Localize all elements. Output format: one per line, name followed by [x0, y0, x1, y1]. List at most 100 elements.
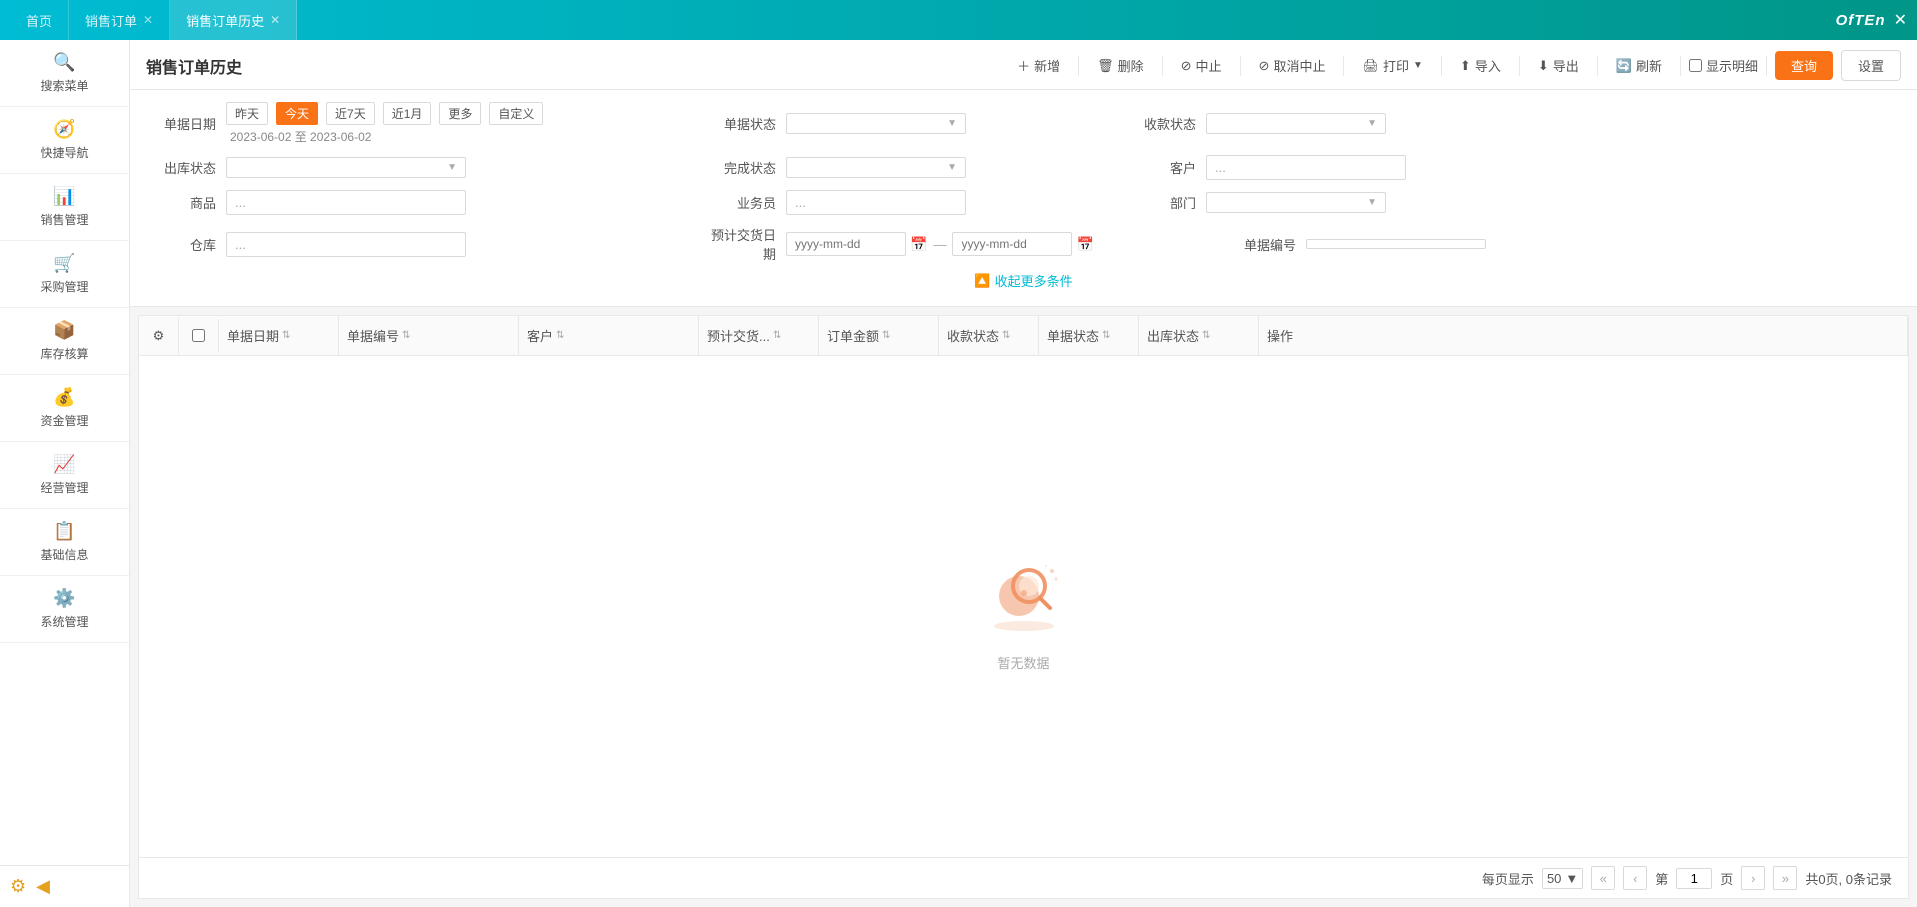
delete-label: 删除 — [1118, 56, 1144, 75]
divider-3 — [1240, 56, 1241, 76]
th-date[interactable]: 单据日期 ⇅ — [219, 316, 339, 355]
filter-group-complete: 完成状态 ▼ — [706, 157, 1126, 178]
collapse-label: 收起更多条件 — [995, 271, 1073, 290]
page-header: 销售订单历史 ＋ 新增 🗑 删除 ⊘ 中止 ⊘ — [130, 40, 1917, 90]
doc-number-input[interactable] — [1306, 239, 1486, 249]
tab-sales-order-history[interactable]: 销售订单历史 ✕ — [170, 0, 297, 40]
expected-date-end[interactable] — [952, 232, 1072, 256]
sidebar-item-search[interactable]: 🔍 搜索菜单 — [0, 40, 129, 107]
sidebar-item-quicknav[interactable]: 🧭 快捷导航 — [0, 107, 129, 174]
stop-button[interactable]: ⊘ 中止 — [1171, 52, 1232, 79]
tab-sales-order[interactable]: 销售订单 ✕ — [69, 0, 170, 40]
warehouse-label: 仓库 — [146, 235, 226, 254]
outbound-status-select[interactable]: ▼ — [226, 157, 466, 178]
new-icon: ＋ — [1017, 56, 1030, 75]
customer-input[interactable]: ... — [1206, 155, 1406, 180]
filter-group-dept: 部门 ▼ — [1126, 192, 1546, 213]
sidebar-collapse-icon[interactable]: ◀ — [36, 876, 50, 897]
sidebar-item-purchase-label: 采购管理 — [40, 278, 88, 295]
top-bar-right: OfTEn ✕ — [1836, 10, 1907, 30]
complete-status-label: 完成状态 — [706, 158, 786, 177]
filter-area: 单据日期 昨天 今天 近7天 近1月 更多 自定义 2023-06-02 至 2… — [130, 90, 1917, 307]
date-separator: — — [933, 237, 946, 252]
salesperson-input[interactable]: ... — [786, 190, 966, 215]
th-outbound[interactable]: 出库状态 ⇅ — [1139, 316, 1259, 355]
calendar-end-icon[interactable]: 📅 — [1076, 236, 1093, 253]
sidebar-item-system[interactable]: ⚙️ 系统管理 — [0, 576, 129, 643]
table-area: ⚙ 单据日期 ⇅ 单据编号 ⇅ 客户 ⇅ 预计交货... — [138, 315, 1909, 858]
export-button[interactable]: ⬇ 导出 — [1528, 52, 1589, 79]
filter-row-3: 商品 ... 业务员 ... 部门 ▼ — [146, 190, 1901, 215]
first-page-btn[interactable]: « — [1591, 866, 1615, 890]
delete-button[interactable]: 🗑 删除 — [1087, 52, 1154, 79]
date-1month-btn[interactable]: 近1月 — [383, 102, 432, 125]
goods-input[interactable]: ... — [226, 190, 466, 215]
payment-status-select[interactable]: ▼ — [1206, 113, 1386, 134]
sidebar-item-quicknav-label: 快捷导航 — [40, 144, 88, 161]
sidebar-settings-icon[interactable]: ⚙ — [10, 876, 26, 897]
th-payment-status[interactable]: 收款状态 ⇅ — [939, 316, 1039, 355]
divider-2 — [1162, 56, 1163, 76]
topbar-close-icon[interactable]: ✕ — [1894, 10, 1907, 30]
th-customer[interactable]: 客户 ⇅ — [519, 316, 699, 355]
expected-date-start[interactable] — [786, 232, 906, 256]
doc-status-label: 单据状态 — [706, 114, 786, 133]
refresh-button[interactable]: 🔄 刷新 — [1606, 52, 1672, 79]
date-yesterday-btn[interactable]: 昨天 — [226, 102, 268, 125]
th-delivery[interactable]: 预计交货... ⇅ — [699, 316, 819, 355]
pagination-bar: 每页显示 50 ▼ « ‹ 第 页 › » 共0页, 0条记录 — [138, 858, 1909, 899]
date-7days-btn[interactable]: 近7天 — [326, 102, 375, 125]
divider-6 — [1519, 56, 1520, 76]
sidebar-item-operations[interactable]: 📈 经营管理 — [0, 442, 129, 509]
sidebar-item-finance[interactable]: 💰 资金管理 — [0, 375, 129, 442]
th-doc-status[interactable]: 单据状态 ⇅ — [1039, 316, 1139, 355]
prev-page-btn[interactable]: ‹ — [1623, 866, 1647, 890]
complete-status-select[interactable]: ▼ — [786, 157, 966, 178]
th-checkbox[interactable] — [179, 319, 219, 352]
date-today-btn[interactable]: 今天 — [276, 102, 318, 125]
sidebar-item-system-label: 系统管理 — [40, 613, 88, 630]
basic-icon: 📋 — [53, 521, 75, 542]
next-page-icon: › — [1751, 871, 1755, 886]
last-page-btn[interactable]: » — [1773, 866, 1797, 890]
sidebar-item-sales[interactable]: 📊 销售管理 — [0, 174, 129, 241]
calendar-start-icon[interactable]: 📅 — [910, 236, 927, 253]
th-customer-sort: ⇅ — [556, 330, 564, 341]
th-number[interactable]: 单据编号 ⇅ — [339, 316, 519, 355]
print-arrow: ▼ — [1413, 60, 1423, 71]
settings-button[interactable]: 设置 — [1841, 50, 1901, 81]
new-button[interactable]: ＋ 新增 — [1007, 52, 1070, 79]
print-button[interactable]: 🖨 打印 ▼ — [1352, 52, 1432, 79]
query-button[interactable]: 查询 — [1775, 51, 1833, 80]
tab-sales-order-close[interactable]: ✕ — [143, 13, 153, 27]
th-action-label: 操作 — [1267, 326, 1293, 345]
doc-status-select[interactable]: ▼ — [786, 113, 966, 134]
filter-group-expected-date: 预计交货日期 📅 — 📅 — [706, 225, 1226, 263]
sidebar-item-basic[interactable]: 📋 基础信息 — [0, 509, 129, 576]
last-page-icon: » — [1782, 871, 1789, 886]
collapse-more[interactable]: 🔼 收起更多条件 — [146, 267, 1901, 294]
select-all-checkbox[interactable] — [192, 329, 205, 342]
next-page-btn[interactable]: › — [1741, 866, 1765, 890]
page-number-input[interactable] — [1676, 868, 1712, 889]
import-button[interactable]: ⬆ 导入 — [1450, 52, 1511, 79]
stop-icon: ⊘ — [1181, 58, 1192, 74]
print-label: 打印 — [1383, 56, 1409, 75]
date-custom-btn[interactable]: 自定义 — [489, 102, 543, 125]
page-size-select[interactable]: 50 ▼ — [1542, 868, 1583, 889]
show-detail-checkbox-label[interactable]: 显示明细 — [1689, 56, 1758, 75]
page-size-prefix: 每页显示 — [1482, 869, 1534, 888]
th-settings[interactable]: ⚙ — [139, 318, 179, 354]
show-detail-checkbox[interactable] — [1689, 59, 1702, 72]
sales-icon: 📊 — [53, 186, 75, 207]
dept-select[interactable]: ▼ — [1206, 192, 1386, 213]
sidebar-item-purchase[interactable]: 🛒 采购管理 — [0, 241, 129, 308]
th-amount[interactable]: 订单金额 ⇅ — [819, 316, 939, 355]
tab-home[interactable]: 首页 — [10, 0, 69, 40]
customer-label: 客户 — [1126, 158, 1206, 177]
tab-sales-order-history-close[interactable]: ✕ — [270, 13, 280, 27]
sidebar-item-inventory[interactable]: 📦 库存核算 — [0, 308, 129, 375]
cancel-stop-button[interactable]: ⊘ 取消中止 — [1249, 52, 1336, 79]
date-more-btn[interactable]: 更多 — [439, 102, 481, 125]
warehouse-input[interactable]: ... — [226, 232, 466, 257]
